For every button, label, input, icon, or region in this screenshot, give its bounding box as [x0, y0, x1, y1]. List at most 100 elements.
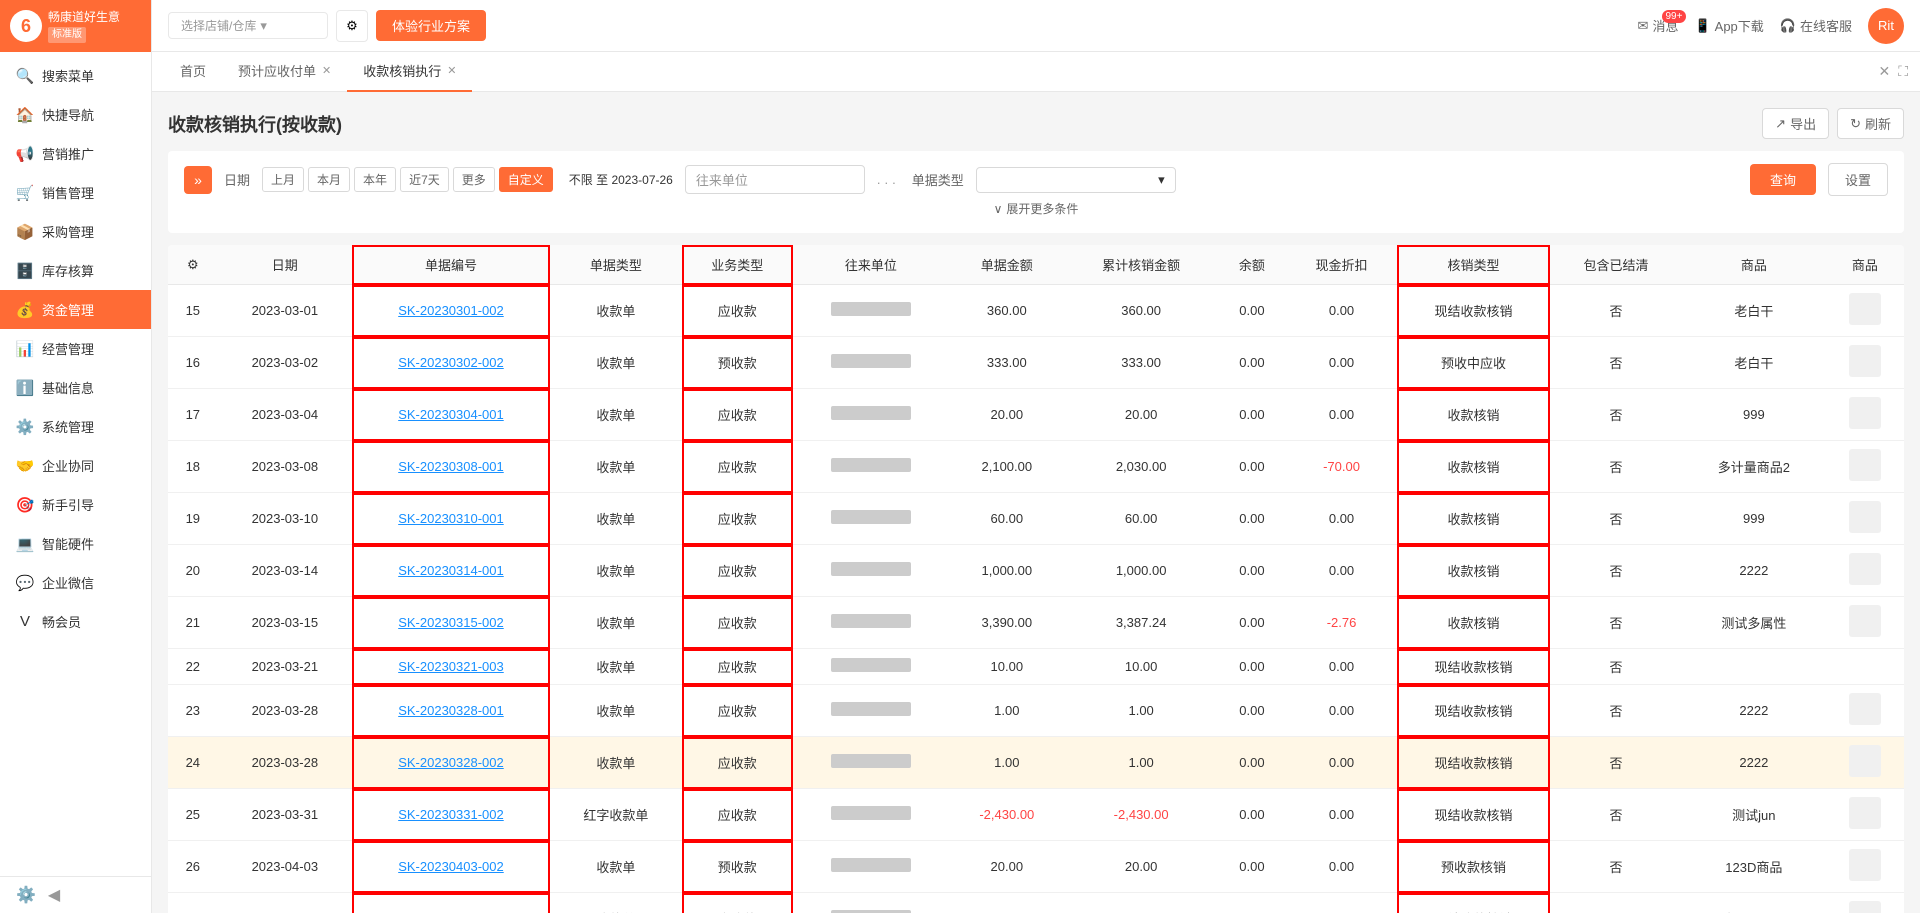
settings-gear-btn[interactable]: ⚙ — [336, 10, 368, 42]
doc-no-link[interactable]: SK-20230328-002 — [398, 755, 504, 770]
tab-prepay[interactable]: 预计应收付单 ✕ — [222, 52, 347, 92]
table-header-row: ⚙ 日期 单据编号 单据类型 业务类型 往来单位 单据金额 累计核销金额 余额 … — [168, 245, 1904, 285]
cell-date: 2023-04-03 — [218, 841, 352, 893]
doc-no-link[interactable]: SK-20230403-002 — [398, 859, 504, 874]
query-btn[interactable]: 查询 — [1750, 164, 1816, 195]
date-last-month-btn[interactable]: 上月 — [262, 167, 304, 192]
cell-discount: 0.00 — [1286, 685, 1397, 737]
cell-product-img — [1826, 789, 1904, 841]
export-btn[interactable]: ↗ 导出 — [1762, 108, 1829, 139]
col-biz-type: 业务类型 — [682, 245, 793, 285]
doc-no-link[interactable]: SK-20230302-002 — [398, 355, 504, 370]
cell-balance: 0.00 — [1218, 493, 1286, 545]
cell-verified: 1,000.00 — [1065, 545, 1218, 597]
col-setting[interactable]: ⚙ — [168, 245, 218, 285]
app-download-btn[interactable]: 📱 App下载 — [1694, 16, 1763, 35]
cell-biz-type: 预收款 — [682, 841, 793, 893]
message-icon: ✉ — [1638, 18, 1649, 34]
sidebar-item-hardware[interactable]: 💻 智能硬件 — [0, 524, 151, 563]
cell-doc-type: 收款单 — [550, 545, 682, 597]
message-btn[interactable]: ✉ 消息 99+ — [1638, 16, 1679, 35]
cell-discount: 0.00 — [1286, 389, 1397, 441]
cell-date: 2023-03-28 — [218, 737, 352, 789]
sidebar-item-quick-nav[interactable]: 🏠 快捷导航 — [0, 95, 151, 134]
sidebar-logo: 6 畅康道好生意 标准版 — [0, 0, 151, 52]
date-this-year-btn[interactable]: 本年 — [354, 167, 396, 192]
logo-text: 畅康道好生意 标准版 — [48, 9, 120, 44]
table-container: ⚙ 日期 单据编号 单据类型 业务类型 往来单位 单据金额 累计核销金额 余额 … — [168, 245, 1904, 913]
close-tab-btn[interactable]: ✕ — [1878, 63, 1890, 80]
online-service-btn[interactable]: 🎧 在线客服 — [1780, 16, 1852, 35]
date-this-month-btn[interactable]: 本月 — [308, 167, 350, 192]
sidebar-item-newbie[interactable]: 🎯 新手引导 — [0, 485, 151, 524]
filter-expand-btn[interactable]: » — [184, 166, 212, 194]
chevron-down-icon: ▾ — [260, 18, 267, 34]
tab-collection[interactable]: 收款核销执行 ✕ — [347, 52, 472, 92]
member-icon: V — [16, 613, 34, 631]
sidebar-item-operation[interactable]: 📊 经营管理 — [0, 329, 151, 368]
date-more-btn[interactable]: 更多 — [453, 167, 495, 192]
tab-collection-close[interactable]: ✕ — [447, 64, 456, 77]
counterparty-input[interactable]: 往来单位 — [685, 165, 865, 194]
collapse-icon[interactable]: ◀ — [48, 885, 60, 905]
doc-no-link[interactable]: SK-20230301-002 — [398, 303, 504, 318]
refresh-btn[interactable]: ↻ 刷新 — [1837, 108, 1904, 139]
tab-home[interactable]: 首页 — [164, 52, 222, 92]
doc-no-link[interactable]: SK-20230310-001 — [398, 511, 504, 526]
cell-product: 测试多属性 — [1682, 597, 1826, 649]
cell-biz-type: 应收款 — [682, 597, 793, 649]
cell-include-settled: 否 — [1550, 789, 1682, 841]
tab-prepay-close[interactable]: ✕ — [322, 64, 331, 77]
expand-more-btn[interactable]: ∨ 展开更多条件 — [994, 200, 1079, 217]
doc-no-link[interactable]: SK-20230331-002 — [398, 807, 504, 822]
table-row: 172023-03-04SK-20230304-001收款单应收款20.0020… — [168, 389, 1904, 441]
sidebar-item-search[interactable]: 🔍 搜索菜单 — [0, 56, 151, 95]
sidebar-item-member[interactable]: V 畅会员 — [0, 602, 151, 641]
cell-counterparty — [793, 441, 949, 493]
settings-bottom-icon[interactable]: ⚙️ — [16, 885, 36, 905]
filter-settings-btn[interactable]: 设置 — [1828, 163, 1888, 196]
cell-doc-type: 收款单 — [550, 737, 682, 789]
sidebar-item-inventory[interactable]: 🗄️ 库存核算 — [0, 251, 151, 290]
cell-doc-type: 收款单 — [550, 389, 682, 441]
enterprise-icon: 🤝 — [16, 457, 34, 475]
doc-no-link[interactable]: SK-20230315-002 — [398, 615, 504, 630]
table-row: 192023-03-10SK-20230310-001收款单应收款60.0060… — [168, 493, 1904, 545]
filter-expand-row: ∨ 展开更多条件 — [184, 196, 1888, 221]
doc-no-link[interactable]: SK-20230328-001 — [398, 703, 504, 718]
cell-discount: 0.00 — [1286, 649, 1397, 685]
sidebar-item-finance[interactable]: 💰 资金管理 — [0, 290, 151, 329]
cell-verified: 2,030.00 — [1065, 441, 1218, 493]
sidebar-item-enterprise[interactable]: 🤝 企业协同 — [0, 446, 151, 485]
table-row: 272023-04-08SK-20230408-001收款单应收款100.001… — [168, 893, 1904, 913]
export-icon: ↗ — [1775, 116, 1786, 132]
date-last-7-days-btn[interactable]: 近7天 — [400, 167, 449, 192]
cell-date: 2023-03-21 — [218, 649, 352, 685]
maximize-tab-btn[interactable]: ⛶ — [1898, 63, 1908, 80]
cell-verify-type: 现结收款核销 — [1397, 789, 1550, 841]
doc-no-link[interactable]: SK-20230321-003 — [398, 659, 504, 674]
cell-verify-type: 收款核销 — [1397, 441, 1550, 493]
doc-no-link[interactable]: SK-20230314-001 — [398, 563, 504, 578]
sidebar-item-sales[interactable]: 🛒 销售管理 — [0, 173, 151, 212]
cell-product-img — [1826, 337, 1904, 389]
store-selector[interactable]: 选择店铺/仓库 ▾ — [168, 12, 328, 39]
sidebar-item-marketing[interactable]: 📢 营销推广 — [0, 134, 151, 173]
solution-btn[interactable]: 体验行业方案 — [376, 10, 486, 41]
doc-no-link[interactable]: SK-20230304-001 — [398, 407, 504, 422]
sidebar-item-purchase[interactable]: 📦 采购管理 — [0, 212, 151, 251]
date-custom-btn[interactable]: 自定义 — [499, 167, 553, 192]
cell-include-settled: 否 — [1550, 337, 1682, 389]
receipt-type-select[interactable]: ▾ — [976, 167, 1176, 193]
cell-doc-type: 收款单 — [550, 685, 682, 737]
user-avatar[interactable]: Rit — [1868, 8, 1904, 44]
cell-counterparty — [793, 545, 949, 597]
sidebar-item-system[interactable]: ⚙️ 系统管理 — [0, 407, 151, 446]
cell-verified: 100.00 — [1065, 893, 1218, 913]
doc-no-link[interactable]: SK-20230308-001 — [398, 459, 504, 474]
filter-date-range: 不限 至 2023-07-26 — [569, 171, 673, 188]
sidebar-item-basic-info[interactable]: ℹ️ 基础信息 — [0, 368, 151, 407]
cell-product: 多计量商品2 — [1682, 441, 1826, 493]
cell-product-img — [1826, 737, 1904, 789]
sidebar-item-wechat[interactable]: 💬 企业微信 — [0, 563, 151, 602]
